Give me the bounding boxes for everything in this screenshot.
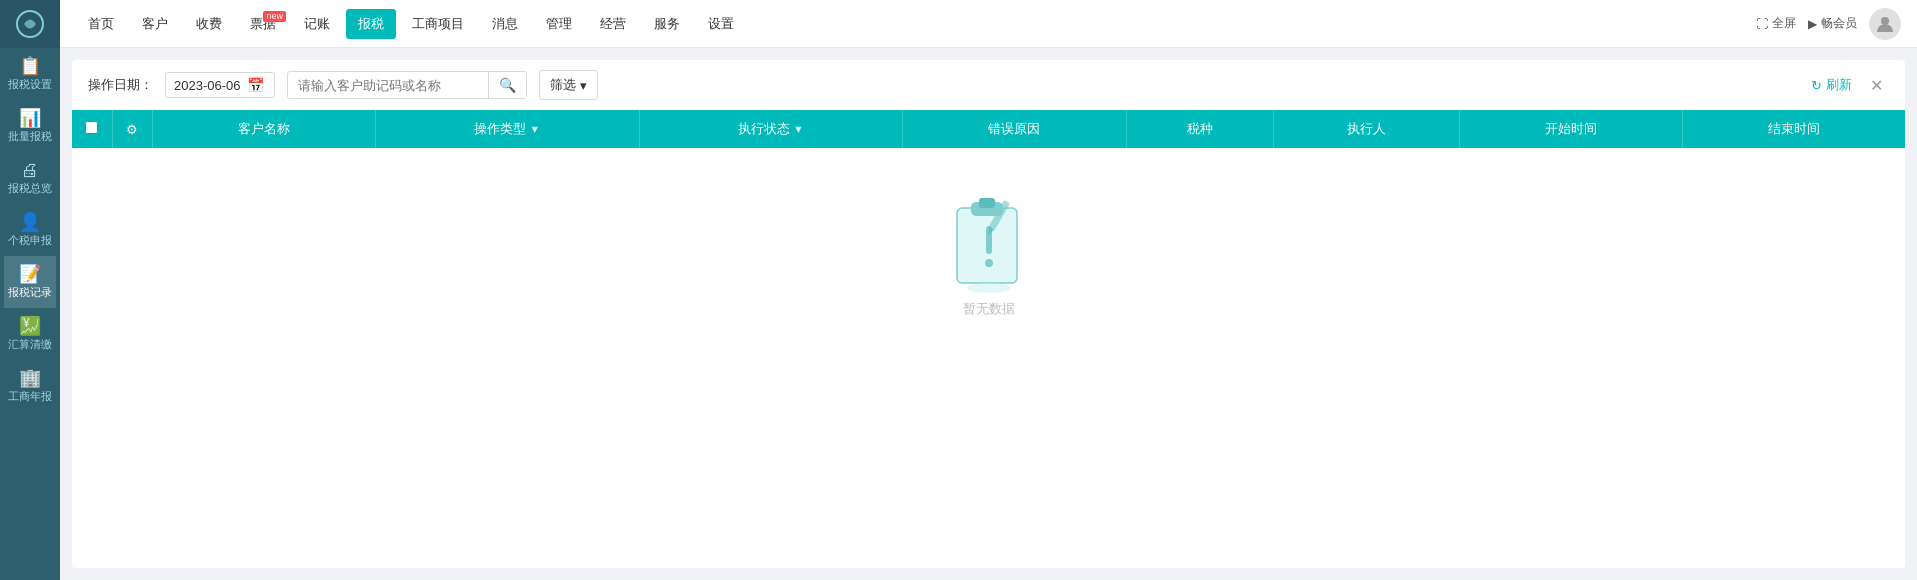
sidebar-item-huisuan-qingjiao[interactable]: 💹 汇算清缴 [4,308,56,360]
topnav-right: ⛶ 全屏 ▶ 畅会员 [1756,8,1901,40]
nav-item-piao-ju[interactable]: 票据new [238,9,288,39]
main-area: 首页客户收费票据new记账报税工商项目消息管理经营服务设置 ⛶ 全屏 ▶ 畅会员 [60,0,1917,580]
col-label-operation_type: 操作类型 [474,120,526,138]
th-start_time: 开始时间 [1460,110,1683,148]
baoshui-jilu-icon: 📝 [19,265,41,283]
calendar-icon: 📅 [247,77,264,93]
filter-label: 筛选 [550,76,576,94]
svg-point-9 [967,283,1011,293]
sidebar-label-huisuan-qingjiao: 汇算清缴 [8,338,52,351]
empty-state: 暂无数据 [72,148,1905,358]
sidebar-label-baoshui-jilu: 报税记录 [8,286,52,299]
th-end_time: 结束时间 [1683,110,1905,148]
nav-item-bao-shui[interactable]: 报税 [346,9,396,39]
table-container: 操作日期： 2023-06-06 📅 🔍 筛选 ▾ ↻ 刷新 [72,60,1905,568]
th-checkbox [72,110,112,148]
nav-item-xiaosi[interactable]: 消息 [480,9,530,39]
th-executor: 执行人 [1274,110,1460,148]
sidebar-label-piliang-baoshui: 批量报税 [8,130,52,143]
app-logo[interactable] [0,0,60,48]
sidebar: 📋 报税设置 📊 批量报税 🖨 报税总览 👤 个税申报 📝 报税记录 💹 汇算清… [0,0,60,580]
baoshui-zonglaan-icon: 🖨 [21,161,39,179]
user-avatar[interactable] [1869,8,1901,40]
nav-item-fuwu[interactable]: 服务 [642,9,692,39]
sidebar-item-geshui-shenbao[interactable]: 👤 个税申报 [4,204,56,256]
table-scroll-wrapper: ⚙客户名称操作类型▼执行状态▼错误原因税种执行人开始时间结束时间 [72,110,1905,568]
member-button[interactable]: ▶ 畅会员 [1808,15,1857,32]
refresh-button[interactable]: ↻ 刷新 [1811,76,1852,94]
nav-item-jingying[interactable]: 经营 [588,9,638,39]
nav-item-ji-zhang[interactable]: 记账 [292,9,342,39]
close-button[interactable]: ✕ [1864,74,1889,97]
fullscreen-label: 全屏 [1772,15,1796,32]
filter-button[interactable]: 筛选 ▾ [539,70,598,100]
select-all-checkbox[interactable] [85,121,98,134]
piliang-baoshui-icon: 📊 [19,109,41,127]
date-value: 2023-06-06 [174,78,241,93]
sidebar-label-geshui-shenbao: 个税申报 [8,234,52,247]
empty-illustration [939,188,1039,288]
col-label-customer_name: 客户名称 [238,121,290,136]
nav-item-shouye[interactable]: 首页 [76,9,126,39]
col-label-error_reason: 错误原因 [988,121,1040,136]
th-customer_name: 客户名称 [152,110,375,148]
toolbar: 操作日期： 2023-06-06 📅 🔍 筛选 ▾ ↻ 刷新 [72,60,1905,110]
search-button[interactable]: 🔍 [488,72,526,98]
member-label: 畅会员 [1821,15,1857,32]
gongshang-nianbao-icon: 🏢 [19,369,41,387]
sidebar-label-baoshui-shezhi: 报税设置 [8,78,52,91]
huisuan-qingjiao-icon: 💹 [19,317,41,335]
th-tax_type: 税种 [1126,110,1274,148]
nav-item-kehu[interactable]: 客户 [130,9,180,39]
page-content: 操作日期： 2023-06-06 📅 🔍 筛选 ▾ ↻ 刷新 [60,48,1917,580]
badge-new-piao-ju: new [263,11,286,22]
col-label-executor: 执行人 [1347,121,1386,136]
nav-item-guanli[interactable]: 管理 [534,9,584,39]
refresh-icon: ↻ [1811,78,1822,93]
svg-rect-4 [979,198,995,208]
filter-icon-exec_status[interactable]: ▼ [793,123,804,135]
date-label: 操作日期： [88,76,153,94]
chevron-down-icon: ▾ [580,78,587,93]
filter-icon-operation_type[interactable]: ▼ [529,123,540,135]
fullscreen-icon: ⛶ [1756,17,1768,31]
th-error_reason: 错误原因 [903,110,1126,148]
date-picker[interactable]: 2023-06-06 📅 [165,72,275,98]
col-label-tax_type: 税种 [1187,121,1213,136]
sidebar-item-baoshui-shezhi[interactable]: 📋 报税设置 [4,48,56,100]
svg-point-1 [1881,17,1889,25]
video-icon: ▶ [1808,17,1817,31]
sidebar-item-baoshui-zonglaan[interactable]: 🖨 报税总览 [4,152,56,204]
nav-item-shezhi[interactable]: 设置 [696,9,746,39]
sidebar-item-gongshang-nianbao[interactable]: 🏢 工商年报 [4,360,56,412]
fullscreen-button[interactable]: ⛶ 全屏 [1756,15,1796,32]
col-label-end_time: 结束时间 [1768,121,1820,136]
sidebar-item-piliang-baoshui[interactable]: 📊 批量报税 [4,100,56,152]
data-table: ⚙客户名称操作类型▼执行状态▼错误原因税种执行人开始时间结束时间 [72,110,1905,148]
geshui-shenbao-icon: 👤 [19,213,41,231]
nav-items: 首页客户收费票据new记账报税工商项目消息管理经营服务设置 [76,9,1756,39]
svg-point-6 [985,259,993,267]
empty-text: 暂无数据 [963,300,1015,318]
th-settings: ⚙ [112,110,152,148]
sidebar-item-baoshui-jilu[interactable]: 📝 报税记录 [4,256,56,308]
nav-item-shoufei[interactable]: 收费 [184,9,234,39]
top-navigation: 首页客户收费票据new记账报税工商项目消息管理经营服务设置 ⛶ 全屏 ▶ 畅会员 [60,0,1917,48]
nav-item-gongshang-xiangmu[interactable]: 工商项目 [400,9,476,39]
sidebar-label-gongshang-nianbao: 工商年报 [8,390,52,403]
refresh-label: 刷新 [1826,76,1852,94]
col-label-start_time: 开始时间 [1545,121,1597,136]
search-input[interactable] [288,73,488,98]
settings-icon[interactable]: ⚙ [126,122,138,137]
baoshui-shezhi-icon: 📋 [19,57,41,75]
sidebar-label-baoshui-zonglaan: 报税总览 [8,182,52,195]
search-box: 🔍 [287,71,527,99]
col-label-exec_status: 执行状态 [738,120,790,138]
th-exec_status[interactable]: 执行状态▼ [639,110,903,148]
th-operation_type[interactable]: 操作类型▼ [375,110,639,148]
